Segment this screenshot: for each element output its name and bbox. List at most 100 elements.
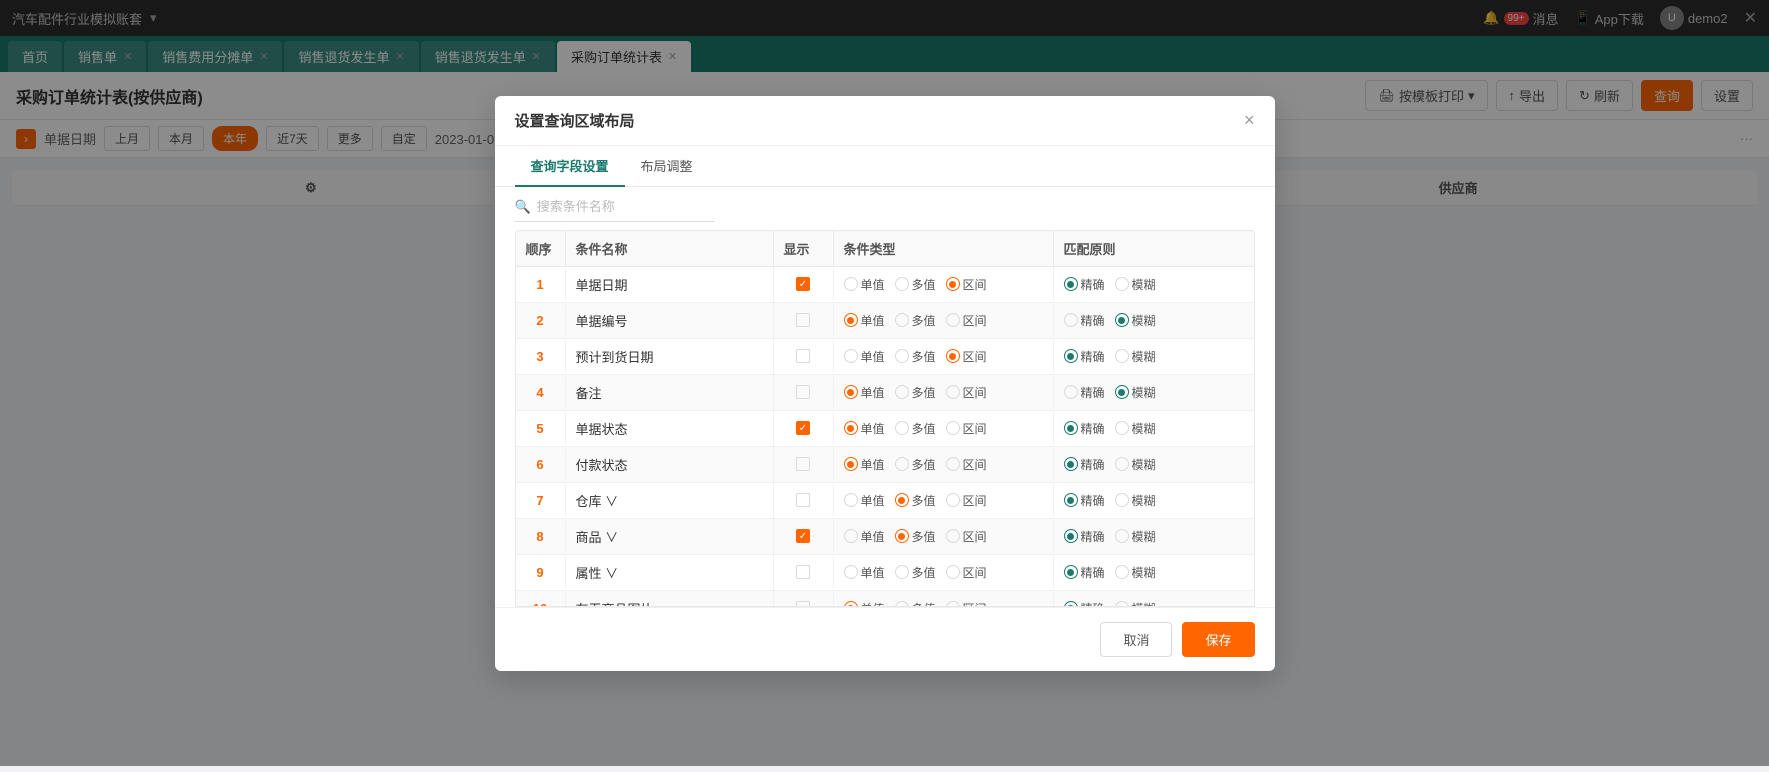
- type-range-radio[interactable]: 区间: [946, 348, 987, 365]
- radio-dot-fuzzy: [1115, 313, 1129, 327]
- cell-order: 6: [516, 449, 566, 480]
- display-checkbox[interactable]: [796, 529, 810, 543]
- match-fuzzy-radio[interactable]: 模糊: [1115, 384, 1156, 401]
- match-fuzzy-radio[interactable]: 模糊: [1115, 564, 1156, 581]
- match-fuzzy-radio[interactable]: 模糊: [1115, 420, 1156, 437]
- type-multi-label: 多值: [912, 276, 936, 293]
- match-radio-group: 精确 模糊: [1064, 600, 1156, 607]
- type-range-radio[interactable]: 区间: [946, 276, 987, 293]
- type-range-label: 区间: [963, 312, 987, 329]
- table-row: 4备注 单值 多值 区间 精确 模糊: [516, 375, 1254, 411]
- match-fuzzy-label: 模糊: [1132, 276, 1156, 293]
- cell-order: 7: [516, 485, 566, 516]
- match-radio-group: 精确 模糊: [1064, 420, 1156, 437]
- display-checkbox[interactable]: [796, 313, 810, 327]
- type-single-radio[interactable]: 单值: [844, 420, 885, 437]
- type-single-label: 单值: [861, 492, 885, 509]
- type-multi-radio[interactable]: 多值: [895, 456, 936, 473]
- match-radio-group: 精确 模糊: [1064, 312, 1156, 329]
- display-checkbox[interactable]: [796, 421, 810, 435]
- modal-close-btn[interactable]: ×: [1244, 110, 1255, 131]
- match-fuzzy-label: 模糊: [1132, 312, 1156, 329]
- radio-dot-range: [946, 421, 960, 435]
- type-single-label: 单值: [861, 456, 885, 473]
- type-range-label: 区间: [963, 492, 987, 509]
- type-range-radio[interactable]: 区间: [946, 312, 987, 329]
- search-icon: 🔍: [515, 199, 531, 215]
- match-exact-radio[interactable]: 精确: [1064, 384, 1105, 401]
- match-exact-radio[interactable]: 精确: [1064, 420, 1105, 437]
- type-single-radio[interactable]: 单值: [844, 564, 885, 581]
- cell-name: 备注: [566, 375, 774, 410]
- type-multi-radio[interactable]: 多值: [895, 528, 936, 545]
- modal-table-body: 1单据日期 单值 多值 区间 精确 模糊: [515, 267, 1255, 607]
- radio-dot-range: [946, 349, 960, 363]
- type-single-radio[interactable]: 单值: [844, 528, 885, 545]
- display-checkbox[interactable]: [796, 457, 810, 471]
- type-multi-label: 多值: [912, 456, 936, 473]
- match-exact-radio[interactable]: 精确: [1064, 492, 1105, 509]
- match-fuzzy-radio[interactable]: 模糊: [1115, 276, 1156, 293]
- match-exact-radio[interactable]: 精确: [1064, 456, 1105, 473]
- type-single-radio[interactable]: 单值: [844, 276, 885, 293]
- type-multi-radio[interactable]: 多值: [895, 492, 936, 509]
- type-multi-radio[interactable]: 多值: [895, 348, 936, 365]
- type-range-radio[interactable]: 区间: [946, 528, 987, 545]
- type-multi-radio[interactable]: 多值: [895, 384, 936, 401]
- cell-name: 商品 ∨: [566, 519, 774, 554]
- match-fuzzy-radio[interactable]: 模糊: [1115, 312, 1156, 329]
- type-single-radio[interactable]: 单值: [844, 492, 885, 509]
- tab-layout-adjust[interactable]: 布局调整: [625, 146, 709, 187]
- match-fuzzy-radio[interactable]: 模糊: [1115, 456, 1156, 473]
- type-single-label: 单值: [861, 384, 885, 401]
- type-radio-group: 单值 多值 区间: [844, 420, 987, 437]
- radio-dot-exact: [1064, 277, 1078, 291]
- cell-match: 精确 模糊: [1054, 592, 1254, 607]
- match-fuzzy-radio[interactable]: 模糊: [1115, 528, 1156, 545]
- save-btn[interactable]: 保存: [1182, 622, 1254, 657]
- type-single-radio[interactable]: 单值: [844, 348, 885, 365]
- match-exact-radio[interactable]: 精确: [1064, 528, 1105, 545]
- match-exact-radio[interactable]: 精确: [1064, 564, 1105, 581]
- type-multi-radio[interactable]: 多值: [895, 600, 936, 607]
- type-range-radio[interactable]: 区间: [946, 384, 987, 401]
- display-checkbox[interactable]: [796, 277, 810, 291]
- type-multi-radio[interactable]: 多值: [895, 276, 936, 293]
- type-range-radio[interactable]: 区间: [946, 492, 987, 509]
- type-radio-group: 单值 多值 区间: [844, 600, 987, 607]
- cancel-btn[interactable]: 取消: [1100, 622, 1172, 657]
- display-checkbox[interactable]: [796, 493, 810, 507]
- type-range-radio[interactable]: 区间: [946, 564, 987, 581]
- match-exact-radio[interactable]: 精确: [1064, 600, 1105, 607]
- radio-dot-multi: [895, 277, 909, 291]
- match-fuzzy-radio[interactable]: 模糊: [1115, 492, 1156, 509]
- match-fuzzy-radio[interactable]: 模糊: [1115, 348, 1156, 365]
- table-row: 5单据状态 单值 多值 区间 精确 模糊: [516, 411, 1254, 447]
- radio-dot-fuzzy: [1115, 529, 1129, 543]
- type-range-radio[interactable]: 区间: [946, 420, 987, 437]
- display-checkbox[interactable]: [796, 349, 810, 363]
- search-input[interactable]: [537, 199, 715, 214]
- type-single-radio[interactable]: 单值: [844, 456, 885, 473]
- match-exact-radio[interactable]: 精确: [1064, 348, 1105, 365]
- table-row: 1单据日期 单值 多值 区间 精确 模糊: [516, 267, 1254, 303]
- type-range-radio[interactable]: 区间: [946, 456, 987, 473]
- type-single-radio[interactable]: 单值: [844, 312, 885, 329]
- radio-dot-range: [946, 457, 960, 471]
- th-order: 顺序: [516, 231, 566, 266]
- type-single-radio[interactable]: 单值: [844, 384, 885, 401]
- type-multi-radio[interactable]: 多值: [895, 312, 936, 329]
- match-fuzzy-radio[interactable]: 模糊: [1115, 600, 1156, 607]
- type-single-label: 单值: [861, 420, 885, 437]
- radio-dot-exact: [1064, 349, 1078, 363]
- match-exact-radio[interactable]: 精确: [1064, 276, 1105, 293]
- tab-query-fields[interactable]: 查询字段设置: [515, 146, 625, 187]
- type-single-radio[interactable]: 单值: [844, 600, 885, 607]
- display-checkbox[interactable]: [796, 565, 810, 579]
- radio-dot-fuzzy: [1115, 277, 1129, 291]
- match-exact-radio[interactable]: 精确: [1064, 312, 1105, 329]
- type-range-radio[interactable]: 区间: [946, 600, 987, 607]
- type-multi-radio[interactable]: 多值: [895, 420, 936, 437]
- display-checkbox[interactable]: [796, 385, 810, 399]
- type-multi-radio[interactable]: 多值: [895, 564, 936, 581]
